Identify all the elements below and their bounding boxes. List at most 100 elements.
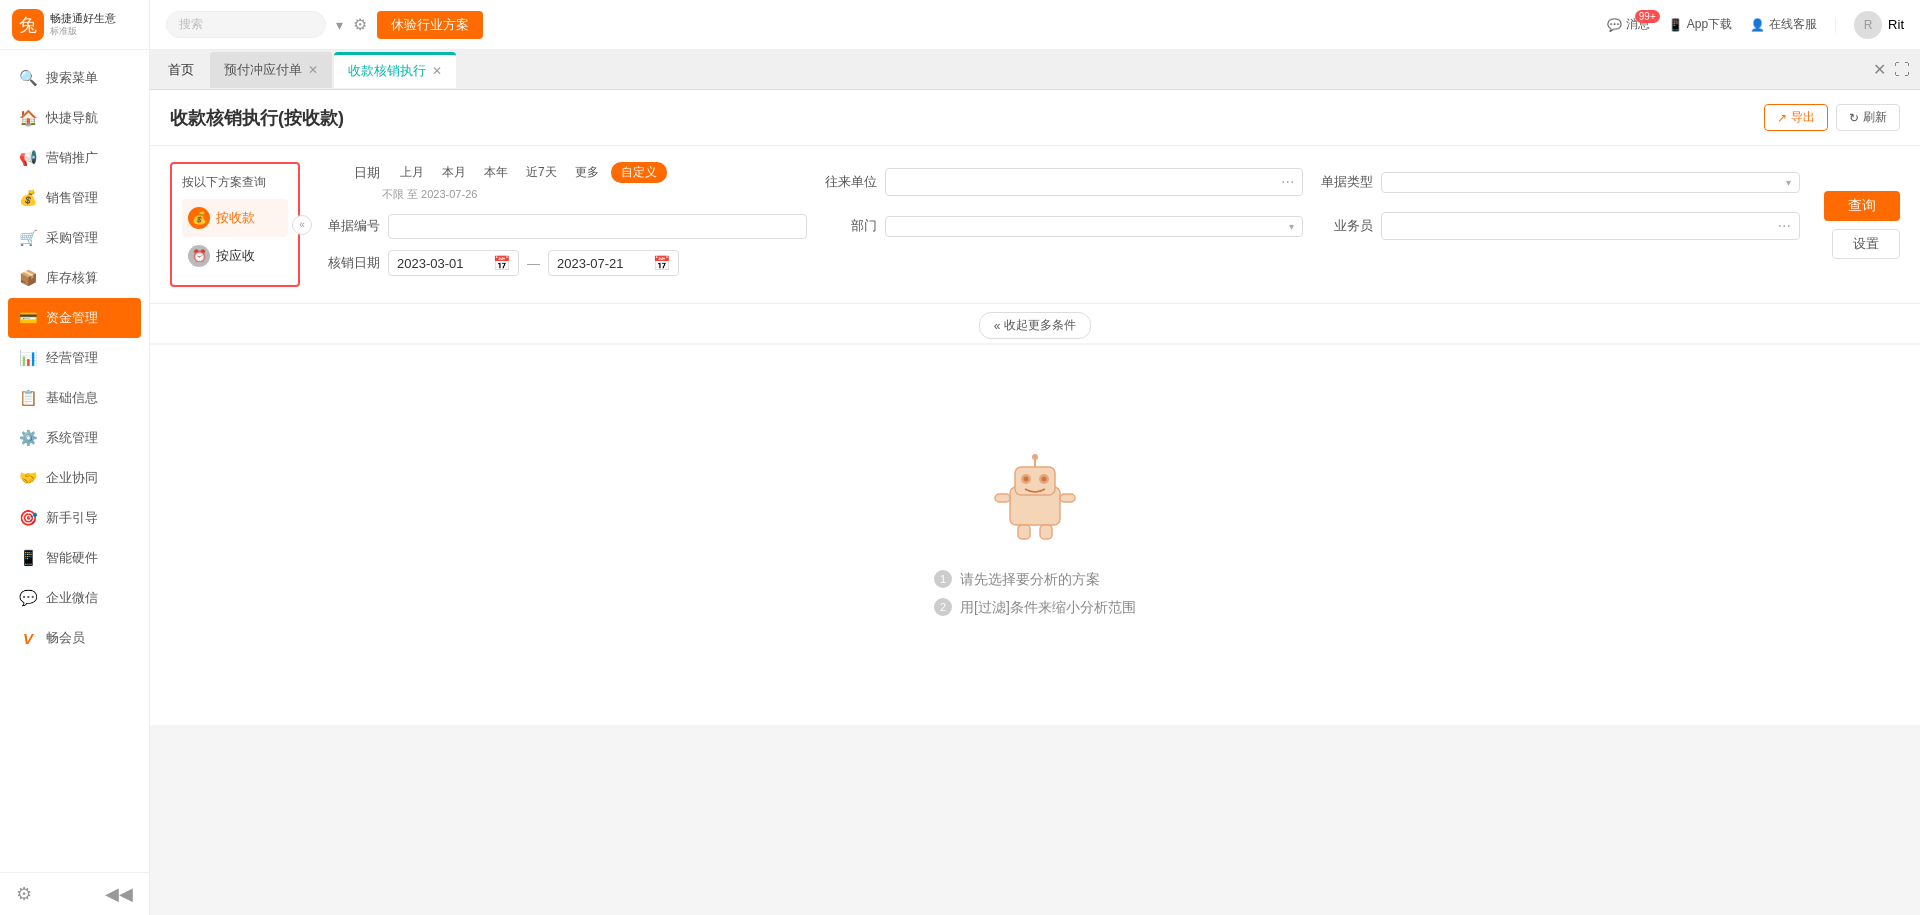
doc-number-input-field[interactable] xyxy=(397,219,798,234)
sidebar-item-wechat[interactable]: 💬 企业微信 xyxy=(0,578,149,618)
search-nav-icon: 🔍 xyxy=(18,68,38,88)
filter-main-rows: 日期 上月 本月 本年 近7天 更多 自定义 不限 至 2023-07-26 xyxy=(320,162,1810,287)
message-badge: 99+ xyxy=(1635,10,1660,23)
export-btn[interactable]: ↗ 导出 xyxy=(1764,104,1828,131)
settings-bottom-icon[interactable]: ⚙ xyxy=(16,883,32,905)
from-unit-field: 往来单位 ··· xyxy=(817,168,1304,196)
topbar-search[interactable]: 搜索 xyxy=(166,11,326,38)
date-btn-more[interactable]: 更多 xyxy=(569,162,605,183)
refresh-btn[interactable]: ↻ 刷新 xyxy=(1836,104,1900,131)
date-btn-this-year[interactable]: 本年 xyxy=(478,162,514,183)
empty-step-1: 1 请先选择要分析的方案 xyxy=(934,565,1136,593)
settings-btn[interactable]: 设置 xyxy=(1832,229,1900,259)
sidebar-item-quicknav[interactable]: 🏠 快捷导航 xyxy=(0,98,149,138)
from-unit-input[interactable]: ··· xyxy=(885,168,1304,196)
service-label: 在线客服 xyxy=(1769,16,1817,33)
sidebar-item-finance[interactable]: 💳 资金管理 xyxy=(8,298,141,338)
collapse-more-btn[interactable]: « 收起更多条件 xyxy=(979,312,1092,339)
empty-step-1-text: 请先选择要分析的方案 xyxy=(960,565,1100,593)
department-field: 部门 ▾ xyxy=(817,216,1304,237)
tab-home-label: 首页 xyxy=(168,61,194,79)
date-btn-7days[interactable]: 近7天 xyxy=(520,162,563,183)
tabbar: 首页 预付冲应付单 ✕ 收款核销执行 ✕ ✕ ⛶ xyxy=(150,50,1920,90)
salesperson-input[interactable]: ··· xyxy=(1381,212,1800,240)
refresh-btn-label: 刷新 xyxy=(1863,109,1887,126)
tab-prepay[interactable]: 预付冲应付单 ✕ xyxy=(210,52,332,88)
sales-nav-icon: 💰 xyxy=(18,188,38,208)
query-btn[interactable]: 查询 xyxy=(1824,191,1900,221)
from-unit-dots-icon[interactable]: ··· xyxy=(1281,173,1294,191)
sidebar-item-member[interactable]: V 畅会员 xyxy=(0,618,149,658)
filter-fields: 日期 上月 本月 本年 近7天 更多 自定义 不限 至 2023-07-26 xyxy=(320,162,1900,287)
user-avatar: R xyxy=(1854,11,1882,39)
doc-number-input[interactable] xyxy=(388,214,807,239)
empty-step-2: 2 用[过滤]条件来缩小分析范围 xyxy=(934,593,1136,621)
svg-point-4 xyxy=(1024,477,1029,482)
verify-date-field: 核销日期 📅 — 📅 xyxy=(320,250,679,276)
from-unit-input-field[interactable] xyxy=(894,175,1277,190)
date-btn-this-month[interactable]: 本月 xyxy=(436,162,472,183)
app-download-btn[interactable]: 📱 App下载 xyxy=(1668,16,1732,33)
verify-date-to-calendar-icon[interactable]: 📅 xyxy=(653,255,670,271)
online-service-btn[interactable]: 👤 在线客服 xyxy=(1750,16,1817,33)
verify-date-from-wrap: 📅 xyxy=(388,250,519,276)
topbar: 搜索 ▾ ⚙ 休验行业方案 💬 消息 99+ 📱 App下载 👤 在线客服 xyxy=(150,0,1920,50)
user-info[interactable]: R Rit xyxy=(1854,11,1904,39)
verify-date-from-calendar-icon[interactable]: 📅 xyxy=(493,255,510,271)
empty-steps: 1 请先选择要分析的方案 2 用[过滤]条件来缩小分析范围 xyxy=(934,565,1136,621)
sidebar-nav: 🔍 搜索菜单 🏠 快捷导航 📢 营销推广 💰 销售管理 🛒 采购管理 📦 库存核… xyxy=(0,50,149,872)
close-tab-btn[interactable]: ✕ xyxy=(1873,60,1886,79)
doc-type-field: 单据类型 ▾ xyxy=(1313,172,1800,193)
sidebar-item-guide[interactable]: 🎯 新手引导 xyxy=(0,498,149,538)
expand-tab-btn[interactable]: ⛶ xyxy=(1894,61,1910,79)
sidebar-item-label-wechat: 企业微信 xyxy=(46,589,98,607)
doc-type-select[interactable]: ▾ xyxy=(1381,172,1800,193)
filter-option-by-receivable[interactable]: ⏰ 按应收 xyxy=(182,237,288,275)
action-buttons: 查询 设置 xyxy=(1820,162,1900,287)
message-btn[interactable]: 💬 消息 99+ xyxy=(1607,16,1650,33)
salesperson-dots-icon[interactable]: ··· xyxy=(1778,217,1791,235)
message-icon: 💬 xyxy=(1607,18,1622,32)
sidebar-item-purchase[interactable]: 🛒 采购管理 xyxy=(0,218,149,258)
collapse-more-row: « 收起更多条件 xyxy=(150,303,1920,343)
filter-option-by-collection[interactable]: 💰 按收款 xyxy=(182,199,288,237)
sidebar-item-inventory[interactable]: 📦 库存核算 xyxy=(0,258,149,298)
sidebar-item-hardware[interactable]: 📱 智能硬件 xyxy=(0,538,149,578)
date-btn-custom[interactable]: 自定义 xyxy=(611,162,667,183)
department-select[interactable]: ▾ xyxy=(885,216,1304,237)
tab-prepay-label: 预付冲应付单 xyxy=(224,61,302,79)
collapse-more-label: 收起更多条件 xyxy=(1004,317,1076,334)
sidebar-logo: 兔 畅捷通好生意 标准版 xyxy=(0,0,149,50)
tab-home[interactable]: 首页 xyxy=(154,52,208,88)
collapse-sidebar-icon[interactable]: ◀◀ xyxy=(105,883,133,905)
tab-collection[interactable]: 收款核销执行 ✕ xyxy=(334,52,456,88)
verify-date-to-input[interactable] xyxy=(557,256,647,271)
verify-date-from-input[interactable] xyxy=(397,256,487,271)
sidebar-item-sales[interactable]: 💰 销售管理 xyxy=(0,178,149,218)
filter-row-1: 日期 上月 本月 本年 近7天 更多 自定义 不限 至 2023-07-26 xyxy=(320,162,1810,202)
topbar-chevron-icon[interactable]: ▾ xyxy=(336,17,343,33)
svg-point-5 xyxy=(1042,477,1047,482)
department-arrow-icon: ▾ xyxy=(1289,221,1294,232)
purchase-nav-icon: 🛒 xyxy=(18,228,38,248)
tab-prepay-close-icon[interactable]: ✕ xyxy=(308,63,318,77)
sidebar-item-search[interactable]: 🔍 搜索菜单 xyxy=(0,58,149,98)
industry-btn[interactable]: 休验行业方案 xyxy=(377,11,483,39)
topbar-gear-icon[interactable]: ⚙ xyxy=(353,15,367,34)
logo-icon: 兔 xyxy=(12,9,44,41)
sidebar-item-marketing[interactable]: 📢 营销推广 xyxy=(0,138,149,178)
filter-panel-collapse-btn[interactable]: « xyxy=(292,215,312,235)
sidebar-item-label-hardware: 智能硬件 xyxy=(46,549,98,567)
date-btn-last-month[interactable]: 上月 xyxy=(394,162,430,183)
filter-panel-title: 按以下方案查询 xyxy=(182,174,288,191)
app-download-label: App下载 xyxy=(1687,16,1732,33)
collapse-more-chevron-icon: « xyxy=(994,319,1001,333)
sidebar-item-basic[interactable]: 📋 基础信息 xyxy=(0,378,149,418)
sidebar-item-system[interactable]: ⚙️ 系统管理 xyxy=(0,418,149,458)
tab-collection-close-icon[interactable]: ✕ xyxy=(432,64,442,78)
svg-rect-8 xyxy=(995,494,1010,502)
sidebar-item-business[interactable]: 📊 经营管理 xyxy=(0,338,149,378)
sidebar-item-enterprise[interactable]: 🤝 企业协同 xyxy=(0,458,149,498)
date-options-row: 日期 上月 本月 本年 近7天 更多 自定义 xyxy=(320,162,667,183)
salesperson-input-field[interactable] xyxy=(1390,219,1773,234)
